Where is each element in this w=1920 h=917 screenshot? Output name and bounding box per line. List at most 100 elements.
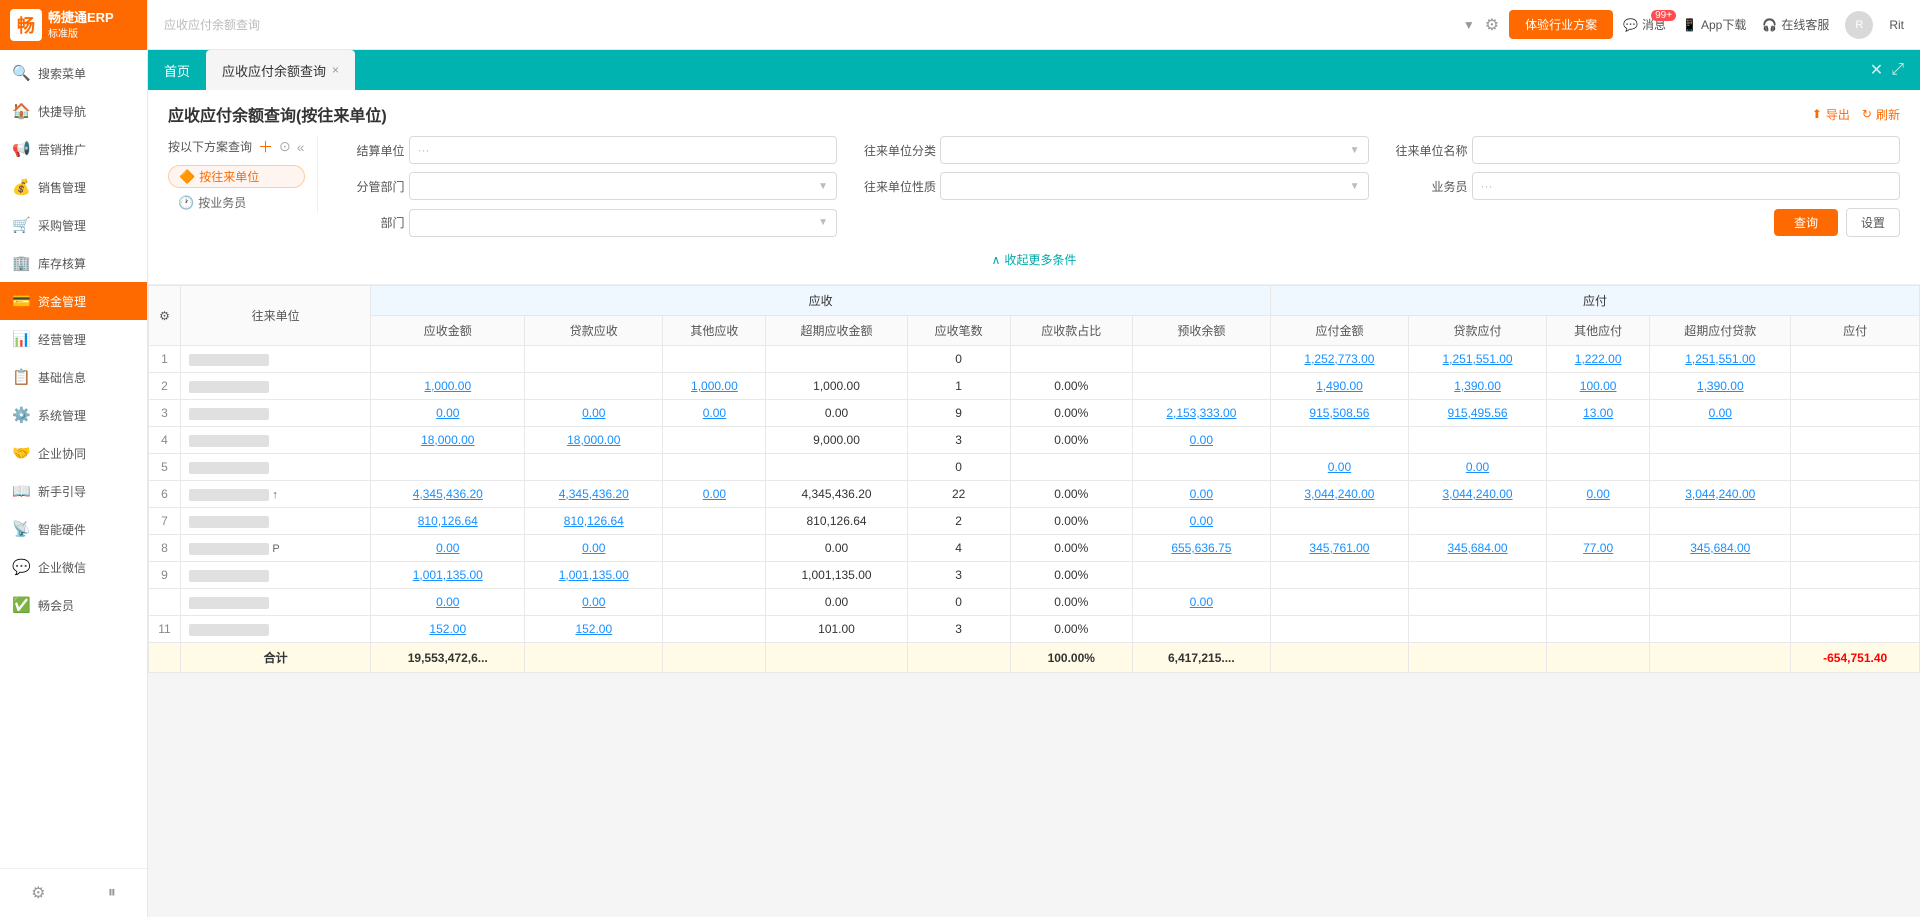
sidebar-item-label: 系统管理: [38, 407, 86, 424]
topbar-chevron-icon[interactable]: ▼: [1463, 18, 1475, 32]
filter-salesman-input[interactable]: ···: [1472, 172, 1900, 200]
sales-icon: 💰: [12, 178, 30, 196]
sidebar-item-label: 销售管理: [38, 179, 86, 196]
table-row: 6 ↑ 4,345,436.20 4,345,436.20 0.00 4,345…: [149, 481, 1920, 508]
footer-ap-extra: -654,751.40: [1791, 643, 1920, 673]
filter-partner-name-label: 往来单位名称: [1393, 142, 1468, 159]
sidebar-item-marketing[interactable]: 📢 营销推广: [0, 130, 147, 168]
maximize-icon[interactable]: ⤢: [1891, 61, 1904, 79]
filter-jiesuan-input[interactable]: ···: [409, 136, 837, 164]
sidebar-item-sales[interactable]: 💰 销售管理: [0, 168, 147, 206]
sidebar-item-guide[interactable]: 📖 新手引导: [0, 472, 147, 510]
filter-subdept-select[interactable]: ▼: [409, 209, 837, 237]
table-wrapper: ⚙ 往来单位 应收 应付 应收金额 贷款应收 其他应收 超期应收金额 应收笔数 …: [148, 285, 1920, 673]
filter-jiesuan: 结算单位 ···: [330, 136, 837, 164]
footer-ar-other: [663, 643, 766, 673]
tab-home[interactable]: 首页: [148, 50, 206, 90]
username-label: Rit: [1889, 18, 1904, 32]
refresh-label: 刷新: [1876, 106, 1900, 123]
collapse-filter-icon[interactable]: «: [297, 139, 305, 155]
settings-filter-icon[interactable]: ⊙: [279, 138, 291, 155]
finance-icon: 💳: [12, 292, 30, 310]
table-row: 0.00 0.00 0.00 0 0.00% 0.00: [149, 589, 1920, 616]
close-window-icon[interactable]: ✕: [1870, 60, 1883, 80]
collapse-more-conditions[interactable]: ∧ 收起更多条件: [168, 251, 1900, 268]
sidebar-item-purchase[interactable]: 🛒 采购管理: [0, 206, 147, 244]
tab-close-button[interactable]: ×: [332, 63, 339, 77]
table-settings-col[interactable]: ⚙: [149, 286, 181, 346]
tabbar: 首页 应收应付余额查询 × ✕ ⤢: [148, 50, 1920, 90]
filter-partner-name-input[interactable]: [1472, 136, 1900, 164]
filter-dept-select[interactable]: ▼: [409, 172, 837, 200]
table-col-partner: 往来单位: [181, 286, 371, 346]
main-content: 应收应付余额查询 ▼ ⚙ 体验行业方案 💬 消息 99+ 📱 App下载 🎧 在…: [148, 0, 1920, 917]
sidebar-item-enterprise[interactable]: 🤝 企业协同: [0, 434, 147, 472]
filter-action-buttons: 查询 设置: [1393, 208, 1900, 237]
refresh-button[interactable]: ↻ 刷新: [1862, 106, 1900, 123]
sidebar-item-hardware[interactable]: 📡 智能硬件: [0, 510, 147, 548]
scheme-by-salesman[interactable]: 🕐 按业务员: [168, 192, 305, 213]
sidebar-item-quick-nav[interactable]: 🏠 快捷导航: [0, 92, 147, 130]
footer-ar-overdue: [766, 643, 907, 673]
settings-bottom-icon[interactable]: ⚙: [23, 879, 53, 907]
footer-ap-amount: [1270, 643, 1408, 673]
filter-fields-panel: 结算单位 ··· 往来单位分类 ▼: [330, 136, 1900, 245]
collapse-sidebar-icon[interactable]: ⏸: [100, 880, 124, 906]
tab-ar-query[interactable]: 应收应付余额查询 ×: [206, 50, 355, 90]
setting-button[interactable]: 设置: [1846, 208, 1900, 237]
sidebar-item-inventory[interactable]: 🏢 库存核算: [0, 244, 147, 282]
sidebar-item-label: 智能硬件: [38, 521, 86, 538]
filter-row-3: 部门 ▼ 查询 设置: [330, 208, 1900, 237]
footer-ap-overdue: [1650, 643, 1791, 673]
app-download-button[interactable]: 📱 App下载: [1682, 16, 1746, 33]
filter-partner-nature-select[interactable]: ▼: [940, 172, 1368, 200]
basic-icon: 📋: [12, 368, 30, 386]
data-table: ⚙ 往来单位 应收 应付 应收金额 贷款应收 其他应收 超期应收金额 应收笔数 …: [148, 285, 1920, 673]
sidebar-item-basic[interactable]: 📋 基础信息: [0, 358, 147, 396]
page-content: 应收应付余额查询(按往来单位) ⬆ 导出 ↻ 刷新: [148, 90, 1920, 917]
footer-ap-other: [1547, 643, 1650, 673]
sidebar-item-system[interactable]: ⚙️ 系统管理: [0, 396, 147, 434]
sidebar-item-label: 资金管理: [38, 293, 86, 310]
sidebar-item-search[interactable]: 🔍 搜索菜单: [0, 54, 147, 92]
inventory-icon: 🏢: [12, 254, 30, 272]
table-row: 7 810,126.64 810,126.64 810,126.64 2 0.0…: [149, 508, 1920, 535]
sidebar-item-finance[interactable]: 💳 资金管理: [0, 282, 147, 320]
wechat-icon: 💬: [12, 558, 30, 576]
tab-home-label: 首页: [164, 61, 190, 80]
filter-partner-cat-select[interactable]: ▼: [940, 136, 1368, 164]
system-icon: ⚙️: [12, 406, 30, 424]
footer-ar-loan: [525, 643, 663, 673]
sidebar-item-label: 库存核算: [38, 255, 86, 272]
logo-text-block: 畅捷通ERP 标准版: [48, 10, 114, 41]
message-button[interactable]: 💬 消息 99+: [1623, 16, 1666, 33]
col-ap-extra: 应付: [1791, 316, 1920, 346]
export-label: 导出: [1826, 106, 1850, 123]
col-ar-prepay: 预收余额: [1132, 316, 1270, 346]
user-avatar[interactable]: R: [1845, 11, 1873, 39]
sidebar-item-operation[interactable]: 📊 经营管理: [0, 320, 147, 358]
sidebar-item-wechat[interactable]: 💬 企业微信: [0, 548, 147, 586]
home-icon: 🏠: [12, 102, 30, 120]
sidebar-item-member[interactable]: ✅ 畅会员: [0, 586, 147, 624]
filter-subdept: 部门 ▼: [330, 208, 837, 237]
col-ar-overdue: 超期应收金额: [766, 316, 907, 346]
topbar-settings-icon[interactable]: ⚙: [1485, 15, 1499, 35]
col-ar-other: 其他应收: [663, 316, 766, 346]
filter-partner-nature: 往来单位性质 ▼: [861, 172, 1368, 200]
purchase-icon: 🛒: [12, 216, 30, 234]
sidebar-item-label: 快捷导航: [38, 103, 86, 120]
sidebar-item-label: 基础信息: [38, 369, 86, 386]
online-service-button[interactable]: 🎧 在线客服: [1762, 16, 1829, 33]
service-label: 在线客服: [1781, 16, 1829, 33]
message-icon: 💬: [1623, 18, 1638, 32]
add-filter-icon[interactable]: ＋: [258, 136, 273, 157]
table-row: 8 P 0.00 0.00 0.00 4 0.00% 655,636.75 34…: [149, 535, 1920, 562]
filter-jiesuan-label: 结算单位: [330, 142, 405, 159]
filter-salesman: 业务员 ···: [1393, 172, 1900, 200]
scheme-by-partner[interactable]: 🔶 按往来单位: [168, 165, 305, 188]
export-button[interactable]: ⬆ 导出: [1812, 106, 1850, 123]
sidebar-item-label: 营销推广: [38, 141, 86, 158]
solution-button[interactable]: 体验行业方案: [1509, 10, 1613, 39]
query-button[interactable]: 查询: [1774, 209, 1838, 236]
